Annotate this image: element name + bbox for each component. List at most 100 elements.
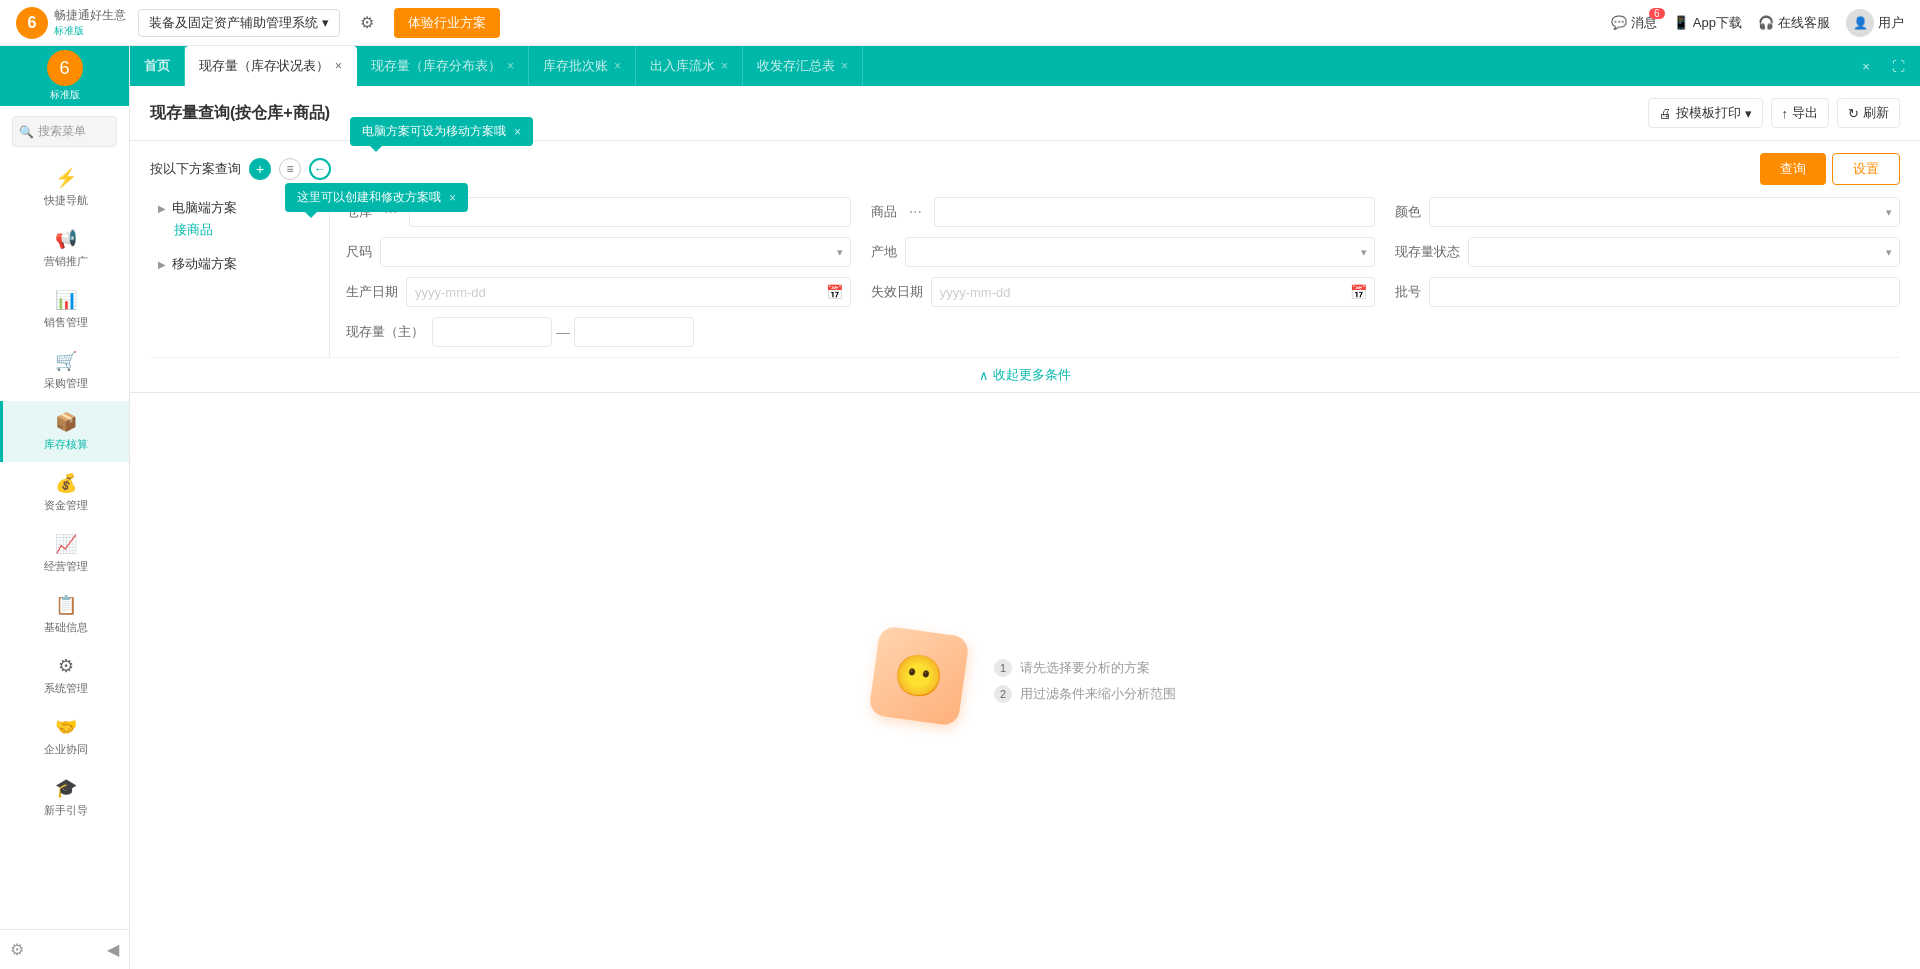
sidebar-collapse-button[interactable]: ◀ [107,940,119,959]
export-label: 导出 [1792,104,1818,122]
empty-hint-2: 2 用过滤条件来缩小分析范围 [994,685,1176,703]
collapse-more-button[interactable]: ∧ 收起更多条件 [150,357,1900,392]
sidebar-item-quick-nav[interactable]: ⚡ 快捷导航 [0,157,129,218]
color-select[interactable] [1429,197,1900,227]
online-service-button[interactable]: 🎧 在线客服 [1758,14,1830,32]
stock-qty-min-input[interactable] [432,317,552,347]
sidebar-item-basic-info[interactable]: 📋 基础信息 [0,584,129,645]
content-area: 首页 现存量（库存状况表） × 现存量（库存分布表） × 库存批次账 × 出入库… [130,46,1920,969]
app-download-button[interactable]: 📱 App下载 [1673,14,1742,32]
export-button[interactable]: ↑ 导出 [1771,98,1830,128]
tab-batch-label: 库存批次账 [543,57,608,75]
product-dots[interactable]: ··· [905,203,926,221]
filter-scheme-button[interactable]: ≡ [279,158,301,180]
tooltip-1-close[interactable]: × [514,125,521,139]
sidebar-item-system[interactable]: ⚙ 系统管理 [0,645,129,706]
filter-label: 按以下方案查询 [150,160,241,178]
tooltip-2-close[interactable]: × [449,191,456,205]
sidebar-item-sales[interactable]: 📊 销售管理 [0,279,129,340]
filter-row-1: 仓库 ··· 商品 ··· [346,197,1900,227]
sidebar-item-purchase[interactable]: 🛒 采购管理 [0,340,129,401]
export-icon: ↑ [1782,106,1789,121]
sidebar-item-label: 营销推广 [44,254,88,269]
industry-button[interactable]: 体验行业方案 [394,8,500,38]
scheme-desktop-label: 电脑端方案 [172,199,237,217]
print-icon: 🖨 [1659,106,1672,121]
chevron-up-icon: ∧ [979,368,989,383]
sidebar-search: 🔍 搜索菜单 [0,106,129,157]
scheme-by-product[interactable]: 接商品 [150,219,319,241]
tab-summary-label: 收发存汇总表 [757,57,835,75]
product-label: 商品 [871,203,897,221]
cart-icon: 🛒 [55,350,77,372]
batch-input[interactable] [1429,277,1900,307]
filter-row-2: 尺码 ▾ 产地 ▾ [346,237,1900,267]
tab-home[interactable]: 首页 [130,46,185,86]
filter-size: 尺码 ▾ [346,237,851,267]
sidebar-item-label: 系统管理 [44,681,88,696]
tab-close-icon[interactable]: × [335,59,342,73]
sidebar-item-operations[interactable]: 📈 经营管理 [0,523,129,584]
expiry-date-label: 失效日期 [871,283,923,301]
user-button[interactable]: 👤 用户 [1846,9,1904,37]
sidebar-nav: ⚡ 快捷导航 📢 营销推广 📊 销售管理 🛒 采购管理 📦 库存核算 [0,157,129,929]
query-reset-btns: 查询 设置 [1760,153,1900,185]
sidebar-item-label: 库存核算 [44,437,88,452]
sidebar-item-label: 销售管理 [44,315,88,330]
expiry-date-input[interactable] [931,277,1376,307]
tab-close-icon[interactable]: × [841,59,848,73]
sidebar-item-label: 企业协同 [44,742,88,757]
empty-state: 😶 1 请先选择要分析的方案 2 用过滤条件来缩小分析范围 [130,393,1920,969]
sidebar-item-enterprise[interactable]: 🤝 企业协同 [0,706,129,767]
stock-qty-max-input[interactable] [574,317,694,347]
empty-icon: 😶 [874,631,974,731]
message-button[interactable]: 💬 消息 6 [1611,14,1657,32]
maximize-button[interactable]: ⛶ [1886,54,1910,78]
filter-production-date: 生产日期 📅 [346,277,851,307]
message-badge: 6 [1649,8,1665,19]
tab-close-icon[interactable]: × [507,59,514,73]
query-button[interactable]: 查询 [1760,153,1826,185]
tab-inventory-dist[interactable]: 现存量（库存分布表） × [357,46,529,86]
print-button[interactable]: 🖨 按模板打印 ▾ [1648,98,1763,128]
filter-color: 颜色 ▾ [1395,197,1900,227]
search-menu-button[interactable]: 🔍 搜索菜单 [12,116,117,147]
color-label: 颜色 [1395,203,1421,221]
size-select[interactable] [380,237,851,267]
system-select[interactable]: 装备及固定资产辅助管理系统 ▾ [138,9,340,37]
product-input[interactable] [934,197,1375,227]
filter-add-button[interactable]: + [249,158,271,180]
tab-batch[interactable]: 库存批次账 × [529,46,636,86]
gear-button[interactable]: ⚙ [352,8,382,38]
filter-row-4: 现存量（主） — [346,317,1900,347]
sidebar-logo-icon: 6 [47,50,83,86]
tab-actions: × ⛶ [1844,46,1920,86]
page-title: 现存量查询(按仓库+商品) [150,103,330,124]
tab-close-icon[interactable]: × [614,59,621,73]
sidebar-settings-button[interactable]: ⚙ [10,940,24,959]
refresh-button[interactable]: ↻ 刷新 [1837,98,1900,128]
filter-arrow-button[interactable]: ← [309,158,331,180]
warehouse-input[interactable] [409,197,850,227]
close-all-button[interactable]: × [1854,54,1878,78]
sidebar-item-guide[interactable]: 🎓 新手引导 [0,767,129,828]
sidebar-item-finance[interactable]: 💰 资金管理 [0,462,129,523]
scheme-mobile[interactable]: ▶ 移动端方案 [150,253,319,275]
origin-select[interactable] [905,237,1376,267]
tab-flow[interactable]: 出入库流水 × [636,46,743,86]
stock-status-select[interactable] [1468,237,1900,267]
tab-summary[interactable]: 收发存汇总表 × [743,46,863,86]
sidebar-item-inventory[interactable]: 📦 库存核算 [0,401,129,462]
sidebar-item-marketing[interactable]: 📢 营销推广 [0,218,129,279]
tab-inventory-status[interactable]: 现存量（库存状况表） × [185,46,357,86]
reset-button[interactable]: 设置 [1832,153,1900,185]
stock-qty-sep: — [556,324,570,340]
tab-close-icon[interactable]: × [721,59,728,73]
graduation-icon: 🎓 [55,777,77,799]
refresh-icon: ↻ [1848,106,1859,121]
tooltip-1-text: 电脑方案可设为移动方案哦 [362,123,506,140]
production-date-input[interactable] [406,277,851,307]
logo-area: 6 畅捷通好生意 标准版 [16,7,126,39]
logo-icon: 6 [16,7,48,39]
filter-area: 按以下方案查询 + ≡ ← 电脑方案可设为移动方案哦 × 查询 设置 [130,141,1920,393]
